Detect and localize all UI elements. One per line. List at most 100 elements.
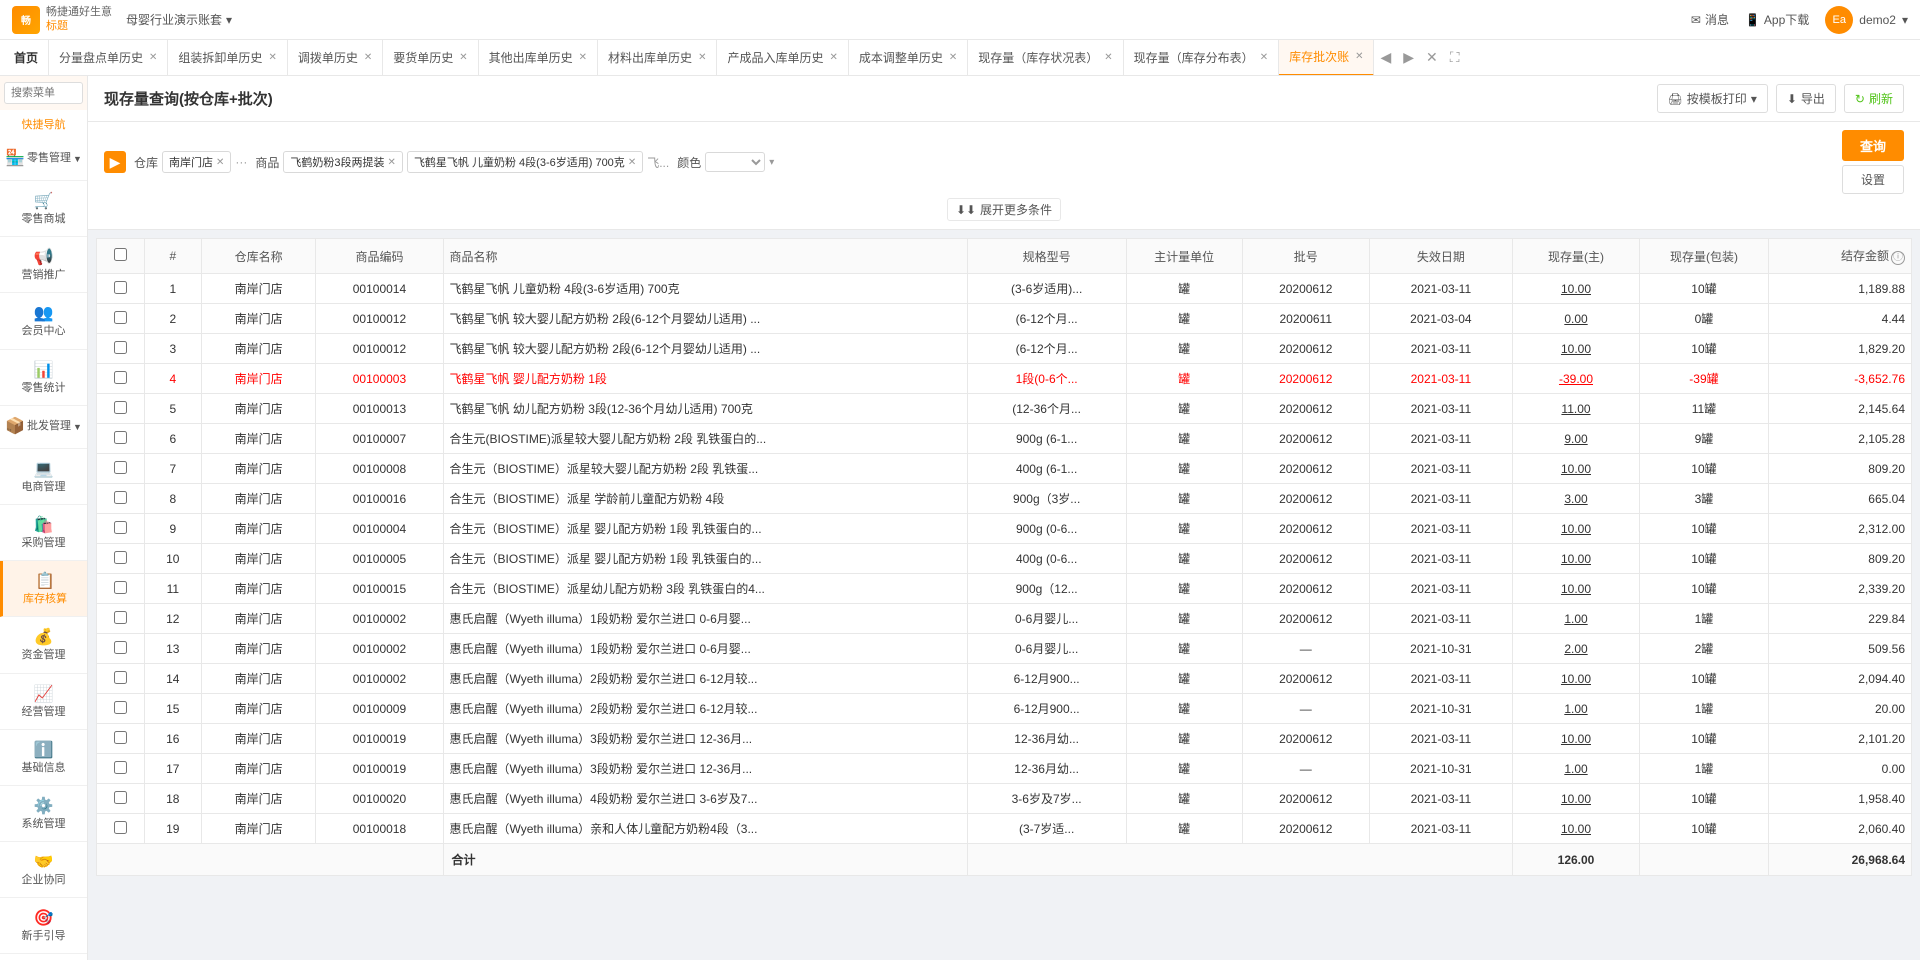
row-stock-main[interactable]: 3.00	[1512, 484, 1639, 514]
tab-close-icon[interactable]: ✕	[459, 52, 467, 63]
row-checkbox[interactable]	[97, 334, 145, 364]
row-checkbox[interactable]	[97, 424, 145, 454]
tab-stock-status[interactable]: 现存量（库存状况表） ✕	[968, 40, 1123, 76]
tab-material-out[interactable]: 材料出库单历史 ✕	[598, 40, 717, 76]
row-checkbox[interactable]	[97, 484, 145, 514]
row-checkbox[interactable]	[97, 454, 145, 484]
row-select[interactable]	[114, 791, 127, 804]
sidebar-item-system[interactable]: ⚙️ 系统管理	[0, 786, 87, 842]
tab-prev-button[interactable]: ◀	[1374, 49, 1397, 66]
tab-close-icon[interactable]: ✕	[1104, 52, 1112, 63]
row-stock-main[interactable]: 10.00	[1512, 514, 1639, 544]
row-checkbox[interactable]	[97, 814, 145, 844]
row-checkbox[interactable]	[97, 754, 145, 784]
col-header-checkbox[interactable]	[97, 239, 145, 274]
tab-close-icon[interactable]: ✕	[149, 52, 157, 63]
row-checkbox[interactable]	[97, 274, 145, 304]
product-tag-2-remove[interactable]: ✕	[628, 157, 636, 168]
row-stock-main[interactable]: 10.00	[1512, 574, 1639, 604]
sidebar-item-guide[interactable]: 🎯 新手引导	[0, 898, 87, 954]
row-stock-main[interactable]: 10.00	[1512, 454, 1639, 484]
tab-close-icon[interactable]: ✕	[829, 52, 837, 63]
row-stock-main[interactable]: -39.00	[1512, 364, 1639, 394]
product-tag-1-remove[interactable]: ✕	[388, 157, 396, 168]
row-stock-main[interactable]: 10.00	[1512, 664, 1639, 694]
export-button[interactable]: ⬇ 导出	[1776, 84, 1836, 113]
row-stock-main[interactable]: 10.00	[1512, 544, 1639, 574]
sidebar-item-base-info[interactable]: ℹ️ 基础信息	[0, 730, 87, 786]
tab-zu-zhuang[interactable]: 组装拆卸单历史 ✕	[168, 40, 287, 76]
row-select[interactable]	[114, 641, 127, 654]
sidebar-item-purchase[interactable]: 🛍️ 采购管理	[0, 505, 87, 561]
warehouse-more[interactable]: ···	[235, 155, 247, 169]
row-stock-main[interactable]: 2.00	[1512, 634, 1639, 664]
tab-maximize-button[interactable]: ⛶	[1444, 49, 1466, 66]
row-checkbox[interactable]	[97, 364, 145, 394]
tab-close-icon[interactable]: ✕	[949, 52, 957, 63]
row-select[interactable]	[114, 281, 127, 294]
color-select[interactable]	[705, 152, 765, 172]
industry-selector[interactable]: 母婴行业演示账套 ▾	[126, 11, 232, 28]
balance-info-icon[interactable]: ⓘ	[1891, 251, 1905, 265]
row-select[interactable]	[114, 341, 127, 354]
search-input[interactable]	[4, 82, 83, 104]
row-select[interactable]	[114, 401, 127, 414]
tab-fen-liang[interactable]: 分量盘点单历史 ✕	[49, 40, 168, 76]
select-all-checkbox[interactable]	[114, 248, 127, 261]
sidebar-item-marketing[interactable]: 📢 营销推广	[0, 237, 87, 293]
tab-diao-bo[interactable]: 调拨单历史 ✕	[288, 40, 383, 76]
row-stock-main[interactable]: 10.00	[1512, 274, 1639, 304]
row-select[interactable]	[114, 371, 127, 384]
tab-close-icon[interactable]: ✕	[579, 52, 587, 63]
app-download-button[interactable]: 📱 App下载	[1745, 11, 1809, 28]
sidebar-item-operations[interactable]: 📈 经营管理	[0, 674, 87, 730]
print-button[interactable]: 🖨 按模板打印 ▾	[1657, 84, 1768, 113]
row-select[interactable]	[114, 701, 127, 714]
row-select[interactable]	[114, 491, 127, 504]
row-stock-main[interactable]: 9.00	[1512, 424, 1639, 454]
row-select[interactable]	[114, 611, 127, 624]
tab-other-out[interactable]: 其他出库单历史 ✕	[479, 40, 598, 76]
tab-close-icon[interactable]: ✕	[698, 52, 706, 63]
row-checkbox[interactable]	[97, 394, 145, 424]
sidebar-item-collab[interactable]: 🤝 企业协同	[0, 842, 87, 898]
sidebar-item-inventory[interactable]: 📋 库存核算	[0, 561, 87, 617]
tab-batch-account[interactable]: 库存批次账 ✕	[1279, 40, 1374, 76]
sidebar-item-retail-mall[interactable]: 🛒 零售商城	[0, 181, 87, 237]
sidebar-item-retail-mgmt[interactable]: 🏪 零售管理 ▼	[0, 138, 87, 181]
row-checkbox[interactable]	[97, 304, 145, 334]
row-select[interactable]	[114, 521, 127, 534]
row-checkbox[interactable]	[97, 784, 145, 814]
tab-product-in[interactable]: 产成品入库单历史 ✕	[717, 40, 848, 76]
tab-home[interactable]: 首页	[4, 40, 49, 76]
row-checkbox[interactable]	[97, 664, 145, 694]
filter-expand-button[interactable]: ▶	[104, 151, 126, 173]
tab-close-all-button[interactable]: ✕	[1420, 49, 1444, 66]
settings-button[interactable]: 设置	[1842, 165, 1904, 194]
row-checkbox[interactable]	[97, 514, 145, 544]
row-checkbox[interactable]	[97, 634, 145, 664]
tab-close-icon[interactable]: ✕	[364, 52, 372, 63]
tab-stock-dist[interactable]: 现存量（库存分布表） ✕	[1124, 40, 1279, 76]
row-stock-main[interactable]: 1.00	[1512, 694, 1639, 724]
warehouse-tag-remove[interactable]: ✕	[216, 157, 224, 168]
row-select[interactable]	[114, 581, 127, 594]
sidebar-item-member[interactable]: 👥 会员中心	[0, 293, 87, 349]
row-checkbox[interactable]	[97, 604, 145, 634]
message-button[interactable]: ✉ 消息	[1691, 11, 1729, 28]
row-select[interactable]	[114, 431, 127, 444]
tab-close-icon[interactable]: ✕	[268, 52, 276, 63]
row-select[interactable]	[114, 731, 127, 744]
product-more[interactable]: 飞...	[647, 154, 669, 171]
row-select[interactable]	[114, 821, 127, 834]
row-select[interactable]	[114, 311, 127, 324]
row-checkbox[interactable]	[97, 574, 145, 604]
row-stock-main[interactable]: 10.00	[1512, 724, 1639, 754]
refresh-button[interactable]: ↻ 刷新	[1844, 84, 1904, 113]
row-stock-main[interactable]: 10.00	[1512, 814, 1639, 844]
row-stock-main[interactable]: 10.00	[1512, 784, 1639, 814]
sidebar-item-ecommerce[interactable]: 💻 电商管理	[0, 449, 87, 505]
tab-close-icon[interactable]: ✕	[1260, 52, 1268, 63]
row-stock-main[interactable]: 1.00	[1512, 604, 1639, 634]
expand-more-button[interactable]: ⬇⬇ 展开更多条件	[947, 198, 1061, 221]
